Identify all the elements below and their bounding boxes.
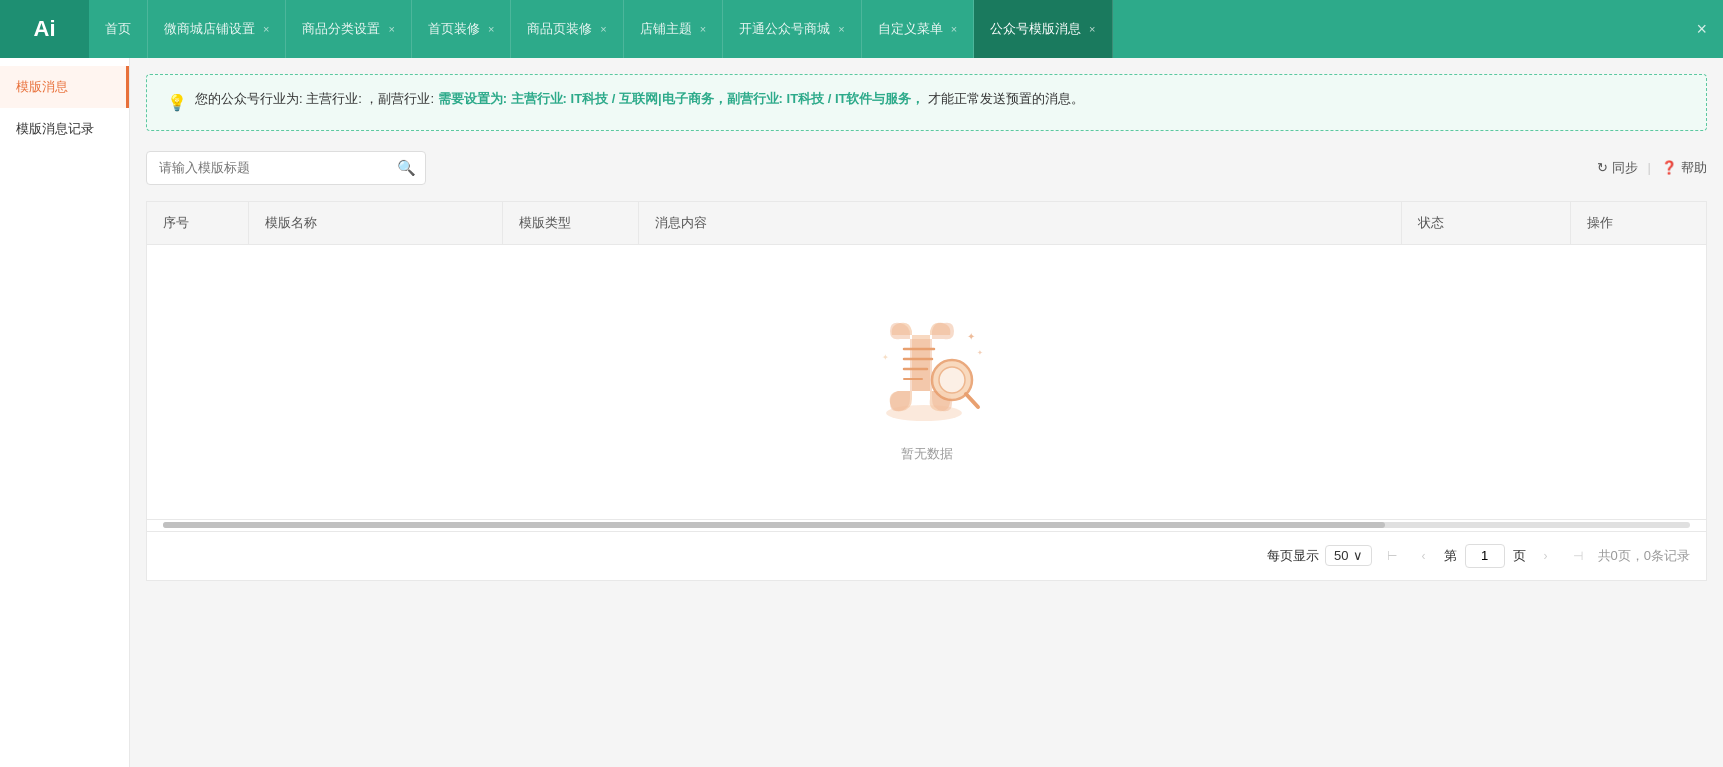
table-header: 序号模版名称模版类型消息内容状态操作 (147, 201, 1707, 244)
sync-button[interactable]: ↻ 同步 (1597, 159, 1638, 177)
nav-tab-label-5: 店铺主题 (640, 20, 692, 38)
page-size-select: 每页显示 50 ∨ (1267, 545, 1371, 566)
nav-tab-close-4[interactable]: × (600, 23, 606, 35)
col-header-action: 操作 (1571, 201, 1707, 244)
page-unit: 页 (1513, 547, 1526, 565)
nav-tab-label-7: 自定义菜单 (878, 20, 943, 38)
divider: | (1648, 160, 1651, 175)
nav-tab-7[interactable]: 自定义菜单 × (862, 0, 974, 58)
empty-row: ✦ ✦ ✦ 暂无数据 (147, 244, 1707, 519)
alert-text-before: 您的公众号行业为: 主营行业: ，副营行业: (195, 91, 438, 106)
page-size-value: 50 (1334, 548, 1348, 563)
nav-tab-label-8: 公众号模版消息 (990, 20, 1081, 38)
sync-label: 同步 (1612, 159, 1638, 177)
search-input[interactable] (146, 151, 426, 185)
page-next-button[interactable]: › (1534, 544, 1558, 568)
table-header-row: 序号模版名称模版类型消息内容状态操作 (147, 201, 1707, 244)
col-header-status: 状态 (1401, 201, 1571, 244)
close-all-button[interactable]: × (1680, 19, 1723, 40)
help-icon: ❓ (1661, 160, 1677, 175)
col-header-type: 模版类型 (503, 201, 639, 244)
page-label: 第 (1444, 547, 1457, 565)
alert-icon: 💡 (167, 90, 187, 116)
nav-tab-label-4: 商品页装修 (527, 20, 592, 38)
search-icon[interactable]: 🔍 (397, 159, 416, 177)
scrollbar-area (146, 520, 1707, 532)
nav-tab-label-2: 商品分类设置 (302, 20, 380, 38)
svg-text:✦: ✦ (977, 349, 983, 356)
top-nav: Ai 首页微商城店铺设置×商品分类设置×首页装修×商品页装修×店铺主题×开通公众… (0, 0, 1723, 58)
alert-text: 您的公众号行业为: 主营行业: ，副营行业: 需要设置为: 主营行业: IT科技… (195, 89, 1084, 110)
nav-tabs: 首页微商城店铺设置×商品分类设置×首页装修×商品页装修×店铺主题×开通公众号商城… (89, 0, 1680, 58)
logo-text: Ai (34, 16, 56, 42)
empty-text: 暂无数据 (147, 445, 1706, 463)
alert-text-after: 才能正常发送预置的消息。 (928, 91, 1084, 106)
main-layout: 模版消息模版消息记录 💡 您的公众号行业为: 主营行业: ，副营行业: 需要设置… (0, 58, 1723, 767)
page-last-button[interactable]: ⊣ (1566, 544, 1590, 568)
page-number-input[interactable] (1465, 544, 1505, 568)
svg-line-7 (966, 394, 978, 407)
pagination: 每页显示 50 ∨ ⊢ ‹ 第 页 › ⊣ 共0页，0条记录 (146, 532, 1707, 581)
page-first-button[interactable]: ⊢ (1380, 544, 1404, 568)
nav-tab-close-7[interactable]: × (951, 23, 957, 35)
empty-state: ✦ ✦ ✦ 暂无数据 (147, 245, 1706, 519)
alert-banner: 💡 您的公众号行业为: 主营行业: ，副营行业: 需要设置为: 主营行业: IT… (146, 74, 1707, 131)
nav-tab-close-2[interactable]: × (388, 23, 394, 35)
col-header-index: 序号 (147, 201, 249, 244)
svg-point-6 (939, 367, 965, 393)
nav-tab-close-1[interactable]: × (263, 23, 269, 35)
help-button[interactable]: ❓ 帮助 (1661, 159, 1707, 177)
sync-icon: ↻ (1597, 160, 1608, 175)
sidebar-item-1[interactable]: 模版消息记录 (0, 108, 129, 150)
nav-tab-0[interactable]: 首页 (89, 0, 148, 58)
nav-tab-close-3[interactable]: × (488, 23, 494, 35)
nav-tab-close-8[interactable]: × (1089, 23, 1095, 35)
nav-tab-3[interactable]: 首页装修 × (412, 0, 511, 58)
nav-tab-label-1: 微商城店铺设置 (164, 20, 255, 38)
nav-tab-close-6[interactable]: × (838, 23, 844, 35)
total-info: 共0页，0条记录 (1598, 547, 1690, 565)
nav-tab-1[interactable]: 微商城店铺设置 × (148, 0, 286, 58)
page-size-label: 每页显示 (1267, 547, 1319, 565)
nav-tab-label-0: 首页 (105, 20, 131, 38)
svg-text:✦: ✦ (882, 353, 889, 362)
nav-tab-close-5[interactable]: × (700, 23, 706, 35)
nav-tab-8[interactable]: 公众号模版消息 × (974, 0, 1112, 58)
alert-text-highlight: 需要设置为: 主营行业: IT科技 / 互联网|电子商务，副营行业: IT科技 … (438, 91, 925, 106)
content-area: 💡 您的公众号行业为: 主营行业: ，副营行业: 需要设置为: 主营行业: IT… (130, 58, 1723, 767)
scrollbar-track[interactable] (163, 522, 1690, 528)
nav-tab-4[interactable]: 商品页装修 × (511, 0, 623, 58)
sidebar-item-0[interactable]: 模版消息 (0, 66, 129, 108)
sidebar: 模版消息模版消息记录 (0, 58, 130, 767)
help-label: 帮助 (1681, 159, 1707, 177)
col-header-content: 消息内容 (638, 201, 1401, 244)
data-table: 序号模版名称模版类型消息内容状态操作 (146, 201, 1707, 520)
nav-tab-6[interactable]: 开通公众号商城 × (723, 0, 861, 58)
nav-tab-label-6: 开通公众号商城 (739, 20, 830, 38)
logo: Ai (0, 0, 89, 58)
nav-tab-label-3: 首页装修 (428, 20, 480, 38)
search-input-wrap: 🔍 (146, 151, 426, 185)
chevron-down-icon: ∨ (1353, 548, 1363, 563)
nav-tab-2[interactable]: 商品分类设置 × (286, 0, 411, 58)
empty-illustration: ✦ ✦ ✦ (147, 305, 1706, 435)
col-header-name: 模版名称 (248, 201, 502, 244)
nav-tab-5[interactable]: 店铺主题 × (624, 0, 723, 58)
page-prev-button[interactable]: ‹ (1412, 544, 1436, 568)
search-bar: 🔍 ↻ 同步 | ❓ 帮助 (146, 151, 1707, 185)
scrollbar-thumb (163, 522, 1385, 528)
toolbar-right: ↻ 同步 | ❓ 帮助 (1597, 159, 1707, 177)
page-size-dropdown[interactable]: 50 ∨ (1325, 545, 1371, 566)
svg-text:✦: ✦ (967, 331, 975, 342)
table-body: ✦ ✦ ✦ 暂无数据 (147, 244, 1707, 519)
